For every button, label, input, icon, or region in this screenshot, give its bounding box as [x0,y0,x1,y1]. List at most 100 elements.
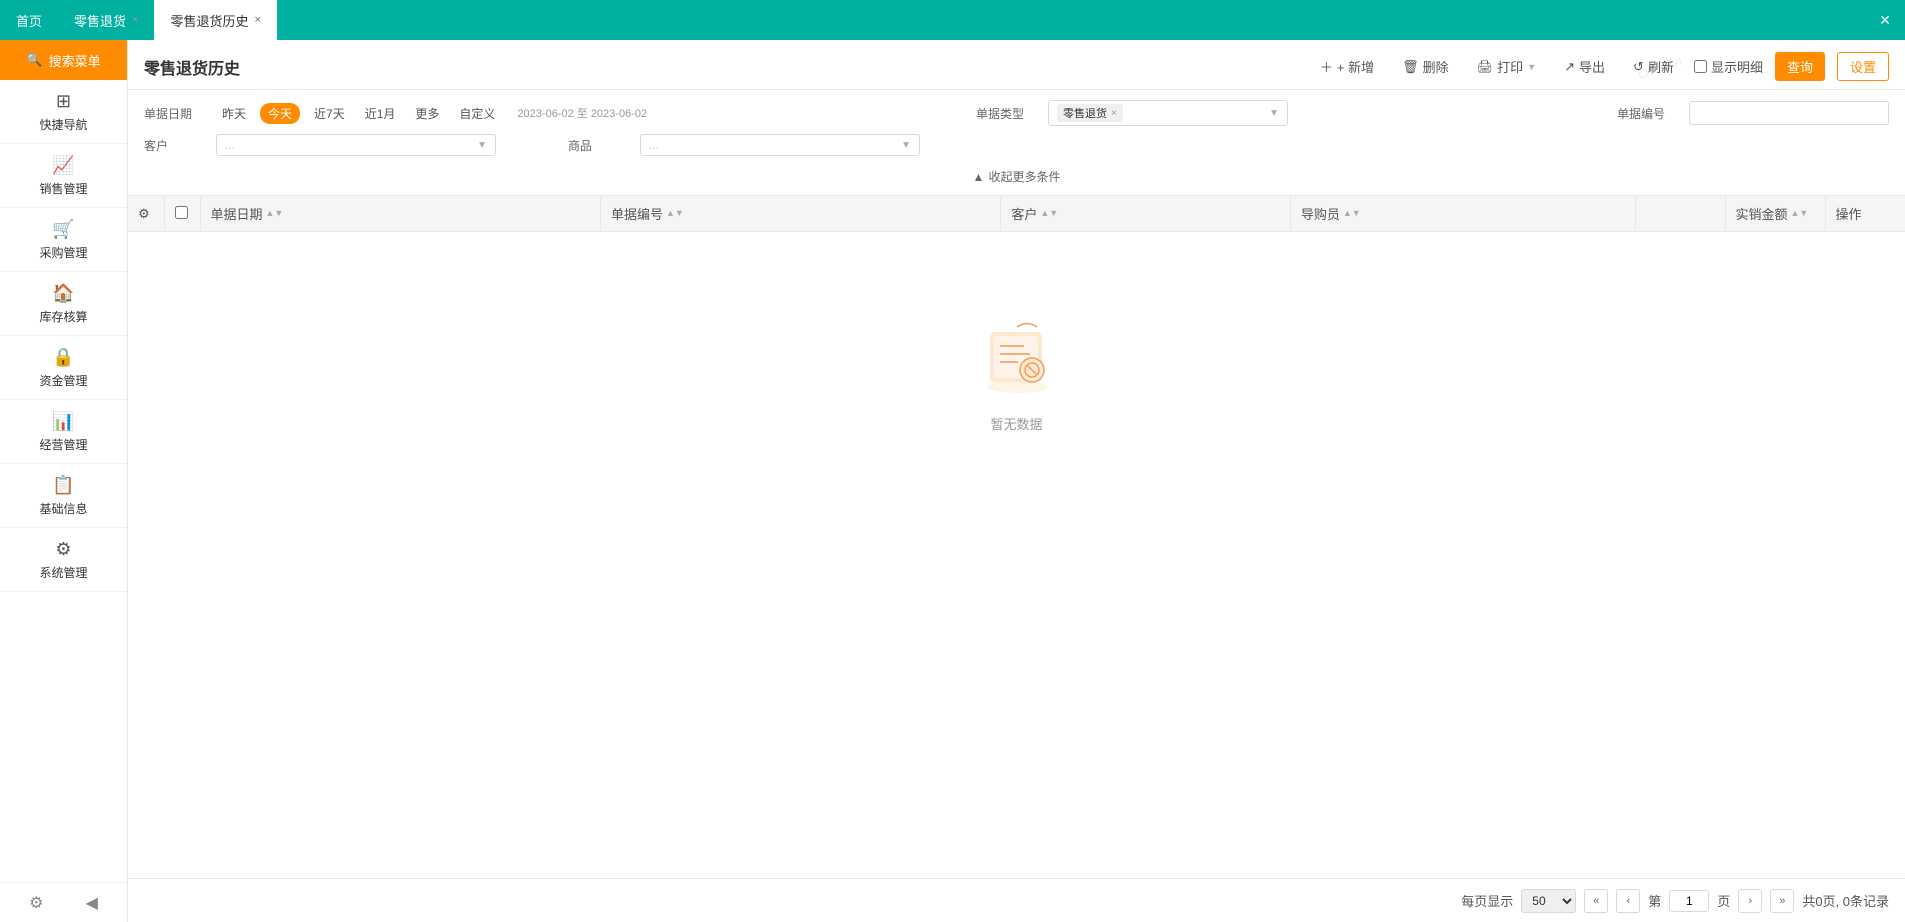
next-page-button[interactable]: › [1738,889,1762,913]
export-button[interactable]: ↗ 导出 [1556,53,1613,80]
delete-icon: 🗑 [1402,59,1419,75]
sidebar-item-finance[interactable]: 🔒 资金管理 [0,336,127,400]
top-nav-bar: 首页 零售退货 × 零售退货历史 × × [0,0,1905,40]
gear-icon[interactable]: ⚙ [138,206,150,221]
th-checkbox[interactable] [164,196,200,232]
print-dropdown-icon: ▼ [1527,62,1536,72]
th-doc-no-sort[interactable]: 单据编号 ▲▼ [611,204,990,223]
doc-no-input[interactable] [1689,101,1889,125]
doc-type-tag-remove[interactable]: × [1111,108,1117,119]
sidebar-item-inventory[interactable]: 🏠 库存核算 [0,272,127,336]
date-options: 昨天 今天 近7天 近1月 更多 自定义 [216,103,501,124]
th-guide-sort[interactable]: 导购员 ▲▼ [1301,204,1625,223]
sidebar-item-sales-mgmt[interactable]: 📈 销售管理 [0,144,127,208]
sidebar-bottom: ⚙ ◀ [0,882,127,922]
customer-dropdown-arrow: ▼ [477,140,487,151]
sidebar-item-operations[interactable]: 📊 经营管理 [0,400,127,464]
tab-home-label: 首页 [16,11,42,30]
tab-retail-return-label: 零售退货 [74,11,126,30]
new-button[interactable]: ＋ + 新增 [1312,53,1382,80]
th-actual-amount[interactable]: 实销金额 ▲▼ [1725,196,1825,232]
prev-page-button[interactable]: ‹ [1616,889,1640,913]
th-doc-date-sort[interactable]: 单据日期 ▲▼ [211,204,590,223]
per-page-select[interactable]: 50 10 20 100 [1521,889,1576,913]
last-page-button[interactable]: » [1770,889,1794,913]
doc-type-label: 单据类型 [976,105,1032,122]
settings-button[interactable]: 设置 [1837,52,1889,81]
data-table: ⚙ 单据日期 ▲▼ [128,196,1905,232]
date-opt-more[interactable]: 更多 [409,103,445,124]
doc-type-tag: 零售退货 × [1057,104,1123,122]
filter-area: 单据日期 昨天 今天 近7天 近1月 更多 自定义 2023-06-02 至 2… [128,90,1905,196]
collapse-up-icon: ▲ [973,170,985,184]
goods-select[interactable]: ... ▼ [640,134,920,156]
sidebar-item-system-mgmt[interactable]: ⚙ 系统管理 [0,528,127,592]
pagination: 每页显示 50 10 20 100 « ‹ 第 页 › » 共0页, 0条记录 [128,878,1905,922]
th-doc-no[interactable]: 单据编号 ▲▼ [600,196,1000,232]
table-header-row: ⚙ 单据日期 ▲▼ [128,196,1905,232]
sidebar-item-label: 快捷导航 [39,116,87,133]
page-input[interactable] [1669,890,1709,912]
filter-collapse-btn[interactable]: ▲ 收起更多条件 [144,164,1889,185]
th-customer[interactable]: 客户 ▲▼ [1001,196,1291,232]
per-page-label: 每页显示 [1461,891,1513,910]
doc-no-label: 单据编号 [1617,105,1673,122]
tab-retail-return-close[interactable]: × [132,14,138,26]
toolbar: ＋ + 新增 🗑 删除 🖨 打印 ▼ ↗ 导出 ↺ [1312,52,1889,81]
delete-label: 删除 [1423,57,1449,76]
date-opt-custom[interactable]: 自定义 [453,103,501,124]
date-opt-1month[interactable]: 近1月 [359,103,402,124]
th-doc-no-label: 单据编号 [611,204,663,223]
tab-retail-return-history[interactable]: 零售退货历史 × [154,0,276,40]
filter-row-2: 客户 ... ▼ 商品 ... ▼ [144,134,1889,156]
collapse-sidebar-icon[interactable]: ◀ [86,893,98,913]
refresh-button[interactable]: ↺ 刷新 [1625,53,1682,80]
customer-select[interactable]: ... ▼ [216,134,496,156]
operations-icon: 📊 [52,411,74,432]
th-doc-date[interactable]: 单据日期 ▲▼ [200,196,600,232]
sidebar-search[interactable]: 🔍 搜索菜单 [0,40,127,80]
select-all-checkbox[interactable] [175,206,188,219]
date-opt-yesterday[interactable]: 昨天 [216,103,252,124]
first-page-button[interactable]: « [1584,889,1608,913]
tab-list: 首页 零售退货 × 零售退货历史 × [0,0,277,40]
filter-row-1: 单据日期 昨天 今天 近7天 近1月 更多 自定义 2023-06-02 至 2… [144,100,1889,126]
settings-icon[interactable]: ⚙ [29,893,43,913]
show-detail-checkbox[interactable]: 显示明细 [1694,57,1763,76]
delete-button[interactable]: 🗑 删除 [1394,53,1457,80]
show-detail-input[interactable] [1694,60,1707,73]
quick-nav-icon: ⊞ [56,91,71,112]
tab-home[interactable]: 首页 [0,0,58,40]
sidebar-item-quick-nav[interactable]: ⊞ 快捷导航 [0,80,127,144]
date-opt-7days[interactable]: 近7天 [308,103,351,124]
sidebar-item-basic-info[interactable]: 📋 基础信息 [0,464,127,528]
search-icon: 🔍 [26,52,42,68]
th-actual-amount-label: 实销金额 [1736,204,1788,223]
query-button[interactable]: 查询 [1775,52,1825,81]
goods-dropdown-arrow: ▼ [901,140,911,151]
sidebar-item-label: 资金管理 [39,372,87,389]
sidebar-item-label: 库存核算 [39,308,87,325]
sidebar: 🔍 搜索菜单 ⊞ 快捷导航 📈 销售管理 🛒 采购管理 🏠 库存核算 🔒 资金管… [0,40,128,922]
sidebar-item-label: 采购管理 [39,244,87,261]
doc-type-select[interactable]: 零售退货 × ▼ [1048,100,1288,126]
page-label: 第 [1648,891,1661,910]
tab-retail-return[interactable]: 零售退货 × [58,0,154,40]
sidebar-item-label: 系统管理 [39,564,87,581]
date-opt-today[interactable]: 今天 [260,103,300,124]
th-gear[interactable]: ⚙ [128,196,164,232]
th-customer-sort[interactable]: 客户 ▲▼ [1011,204,1280,223]
sort-icon-guide: ▲▼ [1343,209,1361,218]
new-label: + 新增 [1337,57,1374,76]
inventory-icon: 🏠 [52,283,74,304]
page-header: 零售退货历史 ＋ + 新增 🗑 删除 🖨 打印 ▼ ↗ 导出 [128,40,1905,90]
th-doc-date-label: 单据日期 [211,204,263,223]
window-close-button[interactable]: × [1865,0,1905,40]
doc-type-dropdown-arrow: ▼ [1269,108,1279,119]
th-actual-amount-sort[interactable]: 实销金额 ▲▼ [1736,204,1815,223]
print-button[interactable]: 🖨 打印 ▼ [1469,53,1544,80]
th-guide[interactable]: 导购员 ▲▼ [1290,196,1635,232]
sidebar-item-label: 经营管理 [39,436,87,453]
tab-retail-return-history-close[interactable]: × [254,14,260,26]
sidebar-item-purchase-mgmt[interactable]: 🛒 采购管理 [0,208,127,272]
